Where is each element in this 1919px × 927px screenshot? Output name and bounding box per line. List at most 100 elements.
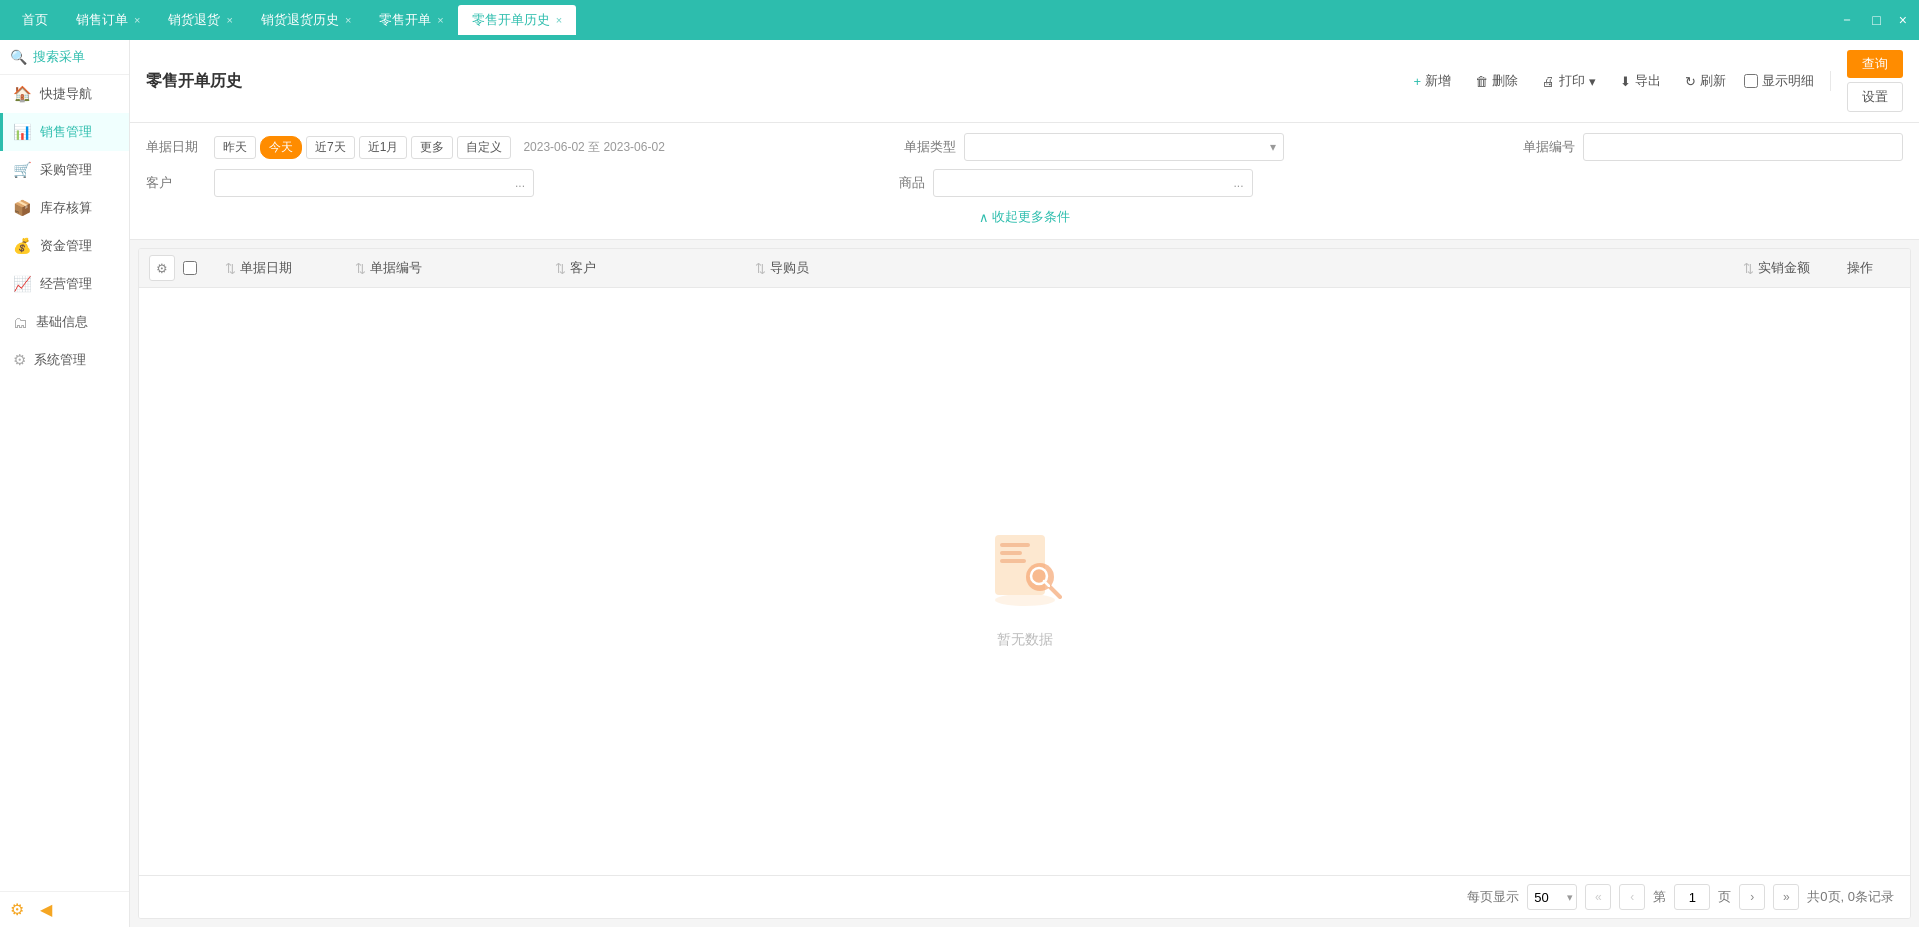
last-page-button[interactable]: »: [1773, 884, 1799, 910]
tab-sales-return-close[interactable]: ×: [226, 14, 232, 26]
sidebar-item-finance-label: 资金管理: [40, 237, 92, 255]
customer-input[interactable]: [223, 176, 515, 191]
col-date-sort-icon[interactable]: ⇅: [225, 261, 236, 276]
export-button[interactable]: ⬇ 导出: [1614, 69, 1667, 93]
tab-retail-open-history-close[interactable]: ×: [556, 14, 562, 26]
tab-sales-return-label: 销货退货: [168, 11, 220, 29]
date-btn-today[interactable]: 今天: [260, 136, 302, 159]
per-page-select[interactable]: 20 50 100 200: [1527, 884, 1577, 910]
filter-area: 单据日期 昨天 今天 近7天 近1月 更多 自定义 2023-06-02 至 2…: [130, 123, 1919, 240]
settings-icon[interactable]: ⚙: [10, 900, 24, 919]
close-button[interactable]: ×: [1895, 10, 1911, 30]
sidebar-item-sys-mgmt[interactable]: ⚙ 系统管理: [0, 341, 129, 379]
per-page-label: 每页显示: [1467, 888, 1519, 906]
refresh-label: 刷新: [1700, 72, 1726, 90]
tab-sales-order[interactable]: 销售订单 ×: [62, 5, 154, 35]
add-icon: +: [1413, 74, 1421, 89]
sidebar-item-purchase-mgmt[interactable]: 🛒 采购管理: [0, 151, 129, 189]
prev-page-button[interactable]: ‹: [1619, 884, 1645, 910]
collapse-sidebar-icon[interactable]: ◀: [40, 900, 52, 919]
empty-illustration: [975, 515, 1075, 615]
type-label: 单据类型: [896, 138, 956, 156]
print-button[interactable]: 🖨 打印 ▾: [1536, 69, 1602, 93]
sidebar-item-finance[interactable]: 💰 资金管理: [0, 227, 129, 265]
add-button[interactable]: + 新增: [1407, 69, 1457, 93]
goods-input[interactable]: [942, 176, 1234, 191]
number-input[interactable]: [1583, 133, 1903, 161]
delete-icon: 🗑: [1475, 74, 1488, 89]
tab-home[interactable]: 首页: [8, 5, 62, 35]
refresh-button[interactable]: ↻ 刷新: [1679, 69, 1732, 93]
svg-rect-2: [1000, 543, 1030, 547]
goods-dots[interactable]: ...: [1233, 176, 1243, 190]
next-page-button[interactable]: ›: [1739, 884, 1765, 910]
tab-retail-open[interactable]: 零售开单 ×: [365, 5, 457, 35]
delete-button[interactable]: 🗑 删除: [1469, 69, 1524, 93]
number-label: 单据编号: [1515, 138, 1575, 156]
type-select[interactable]: [964, 133, 1284, 161]
minimize-button[interactable]: －: [1836, 9, 1858, 31]
col-header-date: ⇅ 单据日期: [215, 259, 345, 277]
maximize-button[interactable]: □: [1868, 10, 1884, 30]
col-number-sort-icon[interactable]: ⇅: [355, 261, 366, 276]
collapse-btn[interactable]: ∧ 收起更多条件: [971, 205, 1078, 229]
date-btn-1month[interactable]: 近1月: [359, 136, 408, 159]
first-page-button[interactable]: «: [1585, 884, 1611, 910]
filter-collapse-row: ∧ 收起更多条件: [146, 205, 1903, 229]
sidebar-item-base-info-label: 基础信息: [36, 313, 88, 331]
tab-retail-open-history-label: 零售开单历史: [472, 11, 550, 29]
date-quick-btns: 昨天 今天 近7天 近1月 更多 自定义: [214, 136, 511, 159]
table-settings-button[interactable]: ⚙: [149, 255, 175, 281]
show-detail-checkbox[interactable]: [1744, 74, 1758, 88]
tab-retail-open-history[interactable]: 零售开单历史 ×: [458, 5, 576, 35]
date-btn-custom[interactable]: 自定义: [457, 136, 511, 159]
add-label: 新增: [1425, 72, 1451, 90]
sidebar-item-inventory[interactable]: 📦 库存核算: [0, 189, 129, 227]
print-icon: 🖨: [1542, 74, 1555, 89]
page-suffix-label: 页: [1718, 888, 1731, 906]
page-input[interactable]: [1674, 884, 1710, 910]
pagination-bar: 每页显示 20 50 100 200 ▾ « ‹ 第 页 › » 共0页,: [139, 875, 1910, 918]
show-detail-text: 显示明细: [1762, 72, 1814, 90]
sidebar-item-base-info[interactable]: 🗂 基础信息: [0, 303, 129, 341]
col-amount-sort-icon[interactable]: ⇅: [1743, 261, 1754, 276]
export-icon: ⬇: [1620, 74, 1631, 89]
tab-retail-open-close[interactable]: ×: [437, 14, 443, 26]
top-tabbar: 首页 销售订单 × 销货退货 × 销货退货历史 × 零售开单 × 零售开单历史 …: [0, 0, 1919, 40]
window-controls: － □ ×: [1836, 9, 1911, 31]
sidebar-search[interactable]: 🔍 搜索采单: [0, 40, 129, 75]
sidebar-item-quick-nav[interactable]: 🏠 快捷导航: [0, 75, 129, 113]
tab-sales-return-history-close[interactable]: ×: [345, 14, 351, 26]
tab-sales-return-history-label: 销货退货历史: [261, 11, 339, 29]
query-button[interactable]: 查询: [1847, 50, 1903, 78]
page-prefix-label: 第: [1653, 888, 1666, 906]
sidebar-item-sales-mgmt-label: 销售管理: [40, 123, 92, 141]
show-detail-label[interactable]: 显示明细: [1744, 72, 1814, 90]
settings-button[interactable]: 设置: [1847, 82, 1903, 112]
query-settings-group: 查询设置: [1847, 50, 1903, 112]
tab-sales-order-close[interactable]: ×: [134, 14, 140, 26]
date-btn-more[interactable]: 更多: [411, 136, 453, 159]
purchase-mgmt-icon: 🛒: [13, 161, 32, 179]
svg-rect-3: [1000, 551, 1022, 555]
date-btn-yesterday[interactable]: 昨天: [214, 136, 256, 159]
customer-dots[interactable]: ...: [515, 176, 525, 190]
date-btn-7days[interactable]: 近7天: [306, 136, 355, 159]
sidebar-item-sales-mgmt[interactable]: 📊 销售管理: [0, 113, 129, 151]
print-label: 打印: [1559, 72, 1585, 90]
tab-sales-return-history[interactable]: 销货退货历史 ×: [247, 5, 365, 35]
table-container: ⚙ ⇅ 单据日期 ⇅ 单据编号 ⇅ 客户: [138, 248, 1911, 919]
date-range-text: 2023-06-02 至 2023-06-02: [523, 139, 664, 156]
total-info: 共0页, 0条记录: [1807, 888, 1894, 906]
col-guide-sort-icon[interactable]: ⇅: [755, 261, 766, 276]
col-customer-sort-icon[interactable]: ⇅: [555, 261, 566, 276]
select-all-checkbox[interactable]: [183, 261, 197, 275]
tab-sales-return[interactable]: 销货退货 ×: [154, 5, 246, 35]
col-header-customer: ⇅ 客户: [545, 259, 745, 277]
sales-mgmt-icon: 📊: [13, 123, 32, 141]
type-select-wrap: ▾: [964, 133, 1284, 161]
page-header: 零售开单历史 + 新增 🗑 删除 🖨 打印 ▾ ⬇ 导出: [130, 40, 1919, 123]
customer-label: 客户: [146, 174, 206, 192]
sidebar-item-ops-mgmt[interactable]: 📈 经营管理: [0, 265, 129, 303]
filter-row-date: 单据日期 昨天 今天 近7天 近1月 更多 自定义 2023-06-02 至 2…: [146, 133, 1903, 161]
